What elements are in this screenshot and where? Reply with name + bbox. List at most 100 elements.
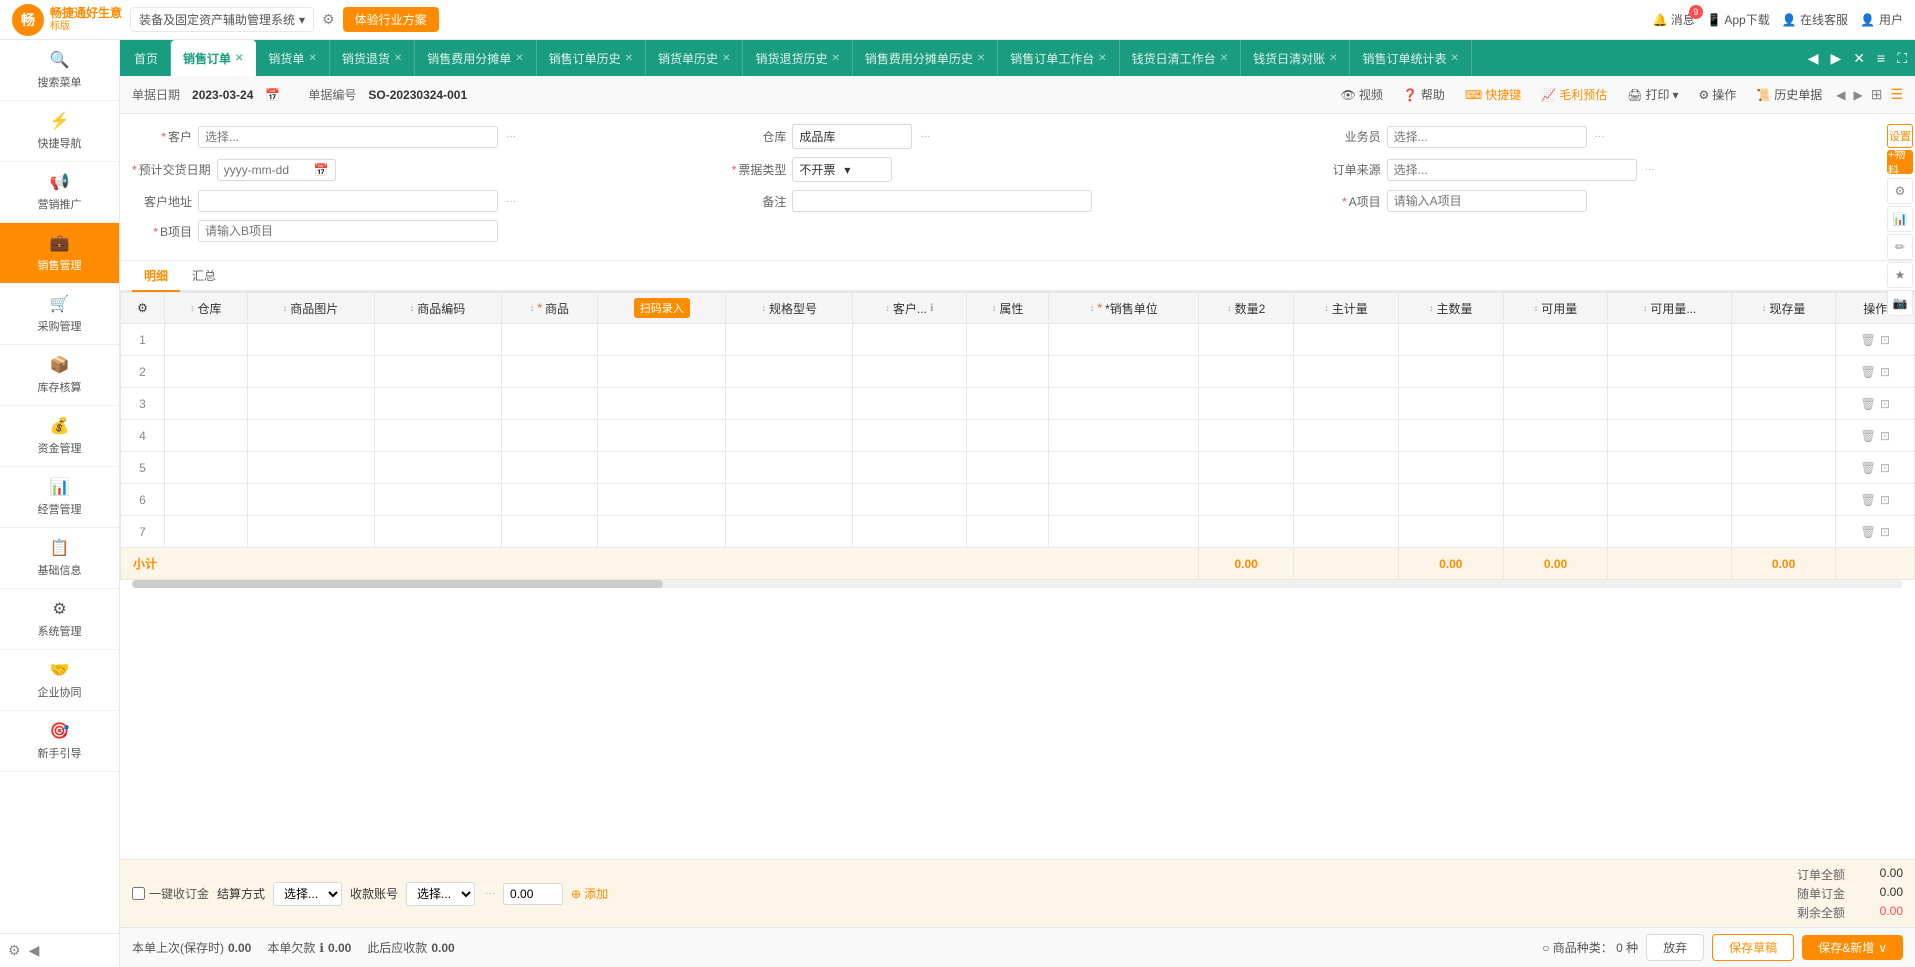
cell-scan-6[interactable] <box>598 516 726 548</box>
cell-qty2-3[interactable] <box>1199 420 1294 452</box>
tab-close-3[interactable]: ✕ <box>394 53 402 64</box>
tab-11[interactable]: 钱货日清对账✕ <box>1241 40 1350 76</box>
tab-close-8[interactable]: ✕ <box>977 53 985 64</box>
tab-10[interactable]: 钱货日清工作台✕ <box>1120 40 1241 76</box>
cell-qty2-6[interactable] <box>1199 516 1294 548</box>
cell-available-4[interactable] <box>1503 452 1608 484</box>
sidebar-item-8[interactable]: 📋基础信息 <box>0 528 119 589</box>
cell-attr-4[interactable] <box>966 452 1049 484</box>
cell-product-0[interactable] <box>501 324 598 356</box>
row-delete-4[interactable]: 🗑 <box>1861 461 1876 475</box>
calendar-icon[interactable]: 📅 <box>265 88 280 102</box>
cell-code-2[interactable] <box>374 388 501 420</box>
cell-scan-0[interactable] <box>598 324 726 356</box>
cell-customer-code-2[interactable] <box>853 388 967 420</box>
cell-main-unit-1[interactable] <box>1294 356 1399 388</box>
cell-image-3[interactable] <box>247 420 374 452</box>
staff-more-icon[interactable]: ··· <box>1595 131 1605 142</box>
sidebar-item-7[interactable]: 📊经营管理 <box>0 467 119 528</box>
row-delete-1[interactable]: 🗑 <box>1861 365 1876 379</box>
save-draft-btn[interactable]: 保存草稿 <box>1712 934 1794 961</box>
notification-area[interactable]: 🔔 消息 9 <box>1652 11 1694 28</box>
cell-qty2-0[interactable] <box>1199 324 1294 356</box>
warehouse-select[interactable]: 成品库 <box>792 124 912 149</box>
cell-warehouse-0[interactable] <box>165 324 248 356</box>
cell-product-5[interactable] <box>501 484 598 516</box>
warehouse-more-icon[interactable]: ··· <box>920 131 930 142</box>
cell-available-2[interactable] <box>1503 388 1608 420</box>
amount-input[interactable] <box>503 883 563 905</box>
cell-main-qty-0[interactable] <box>1398 324 1503 356</box>
cell-unit-5[interactable] <box>1049 484 1199 516</box>
cell-spec-5[interactable] <box>726 484 853 516</box>
project-b-input[interactable] <box>198 220 498 242</box>
sidebar-settings-icon[interactable]: ⚙ <box>8 942 21 959</box>
cell-available2-3[interactable] <box>1608 420 1731 452</box>
order-source-input[interactable] <box>1387 159 1637 181</box>
cell-spec-0[interactable] <box>726 324 853 356</box>
receipt-select[interactable]: 选择... <box>406 882 475 906</box>
help-btn[interactable]: ❓ 帮助 <box>1397 84 1451 105</box>
history-btn[interactable]: 📜 历史单据 <box>1750 84 1828 105</box>
tab-max-btn[interactable]: ⛶ <box>1891 50 1913 67</box>
settings-icon[interactable]: ⚙ <box>322 11 335 28</box>
tab-close-10[interactable]: ✕ <box>1220 53 1228 64</box>
cell-available2-4[interactable] <box>1608 452 1731 484</box>
tab-close-4[interactable]: ✕ <box>515 53 523 64</box>
cell-scan-4[interactable] <box>598 452 726 484</box>
rsp-icon-1[interactable]: ⚙ <box>1887 178 1913 204</box>
sidebar-item-2[interactable]: 📢营销推广 <box>0 162 119 223</box>
delivery-date-input[interactable]: 📅 <box>217 159 336 181</box>
cell-current-6[interactable] <box>1731 516 1836 548</box>
industry-btn[interactable]: 体验行业方案 <box>343 7 439 32</box>
discard-btn[interactable]: 放弃 <box>1646 934 1704 961</box>
cell-available-6[interactable] <box>1503 516 1608 548</box>
cell-scan-2[interactable] <box>598 388 726 420</box>
cell-actions-1[interactable]: 🗑 ⊡ <box>1836 356 1915 388</box>
cell-image-1[interactable] <box>247 356 374 388</box>
memo-input[interactable] <box>792 190 1092 212</box>
tab-8[interactable]: 销售费用分摊单历史✕ <box>853 40 998 76</box>
tab-0[interactable]: 首页 <box>122 40 171 76</box>
cell-customer-code-1[interactable] <box>853 356 967 388</box>
th-attr[interactable]: ↕属性 <box>966 293 1049 324</box>
cell-spec-1[interactable] <box>726 356 853 388</box>
operation-btn[interactable]: ⚙ 操作 <box>1692 84 1742 105</box>
order-source-more-icon[interactable]: ··· <box>1645 164 1655 175</box>
cell-image-2[interactable] <box>247 388 374 420</box>
list-view-icon[interactable]: ☰ <box>1890 86 1903 103</box>
nav-prev-icon[interactable]: ◀ <box>1836 88 1845 102</box>
add-btn[interactable]: ⊕ 添加 <box>571 885 608 902</box>
scan-btn[interactable]: 扫码录入 <box>634 298 690 318</box>
save-new-btn[interactable]: 保存&新增 ∨ <box>1802 935 1903 960</box>
cell-main-qty-2[interactable] <box>1398 388 1503 420</box>
th-available[interactable]: ↕可用量 <box>1503 293 1608 324</box>
row-copy-5[interactable]: ⊡ <box>1880 493 1890 507</box>
cell-warehouse-1[interactable] <box>165 356 248 388</box>
cell-scan-3[interactable] <box>598 420 726 452</box>
cell-code-4[interactable] <box>374 452 501 484</box>
cell-current-0[interactable] <box>1731 324 1836 356</box>
row-delete-5[interactable]: 🗑 <box>1861 493 1876 507</box>
cell-customer-code-4[interactable] <box>853 452 967 484</box>
th-warehouse[interactable]: ↕仓库 <box>165 293 248 324</box>
cell-image-6[interactable] <box>247 516 374 548</box>
tab-5[interactable]: 销售订单历史✕ <box>537 40 646 76</box>
cell-code-1[interactable] <box>374 356 501 388</box>
cell-current-5[interactable] <box>1731 484 1836 516</box>
cell-available2-5[interactable] <box>1608 484 1731 516</box>
cell-main-unit-2[interactable] <box>1294 388 1399 420</box>
profit-btn[interactable]: 📈 毛利预估 <box>1535 84 1613 105</box>
grid-container[interactable]: ⚙ ↕仓库 ↕商品图片 ↕商品编码 ↕*商品 扫码录入 ↕规格型号 ↕客户...… <box>120 292 1915 859</box>
cell-available2-0[interactable] <box>1608 324 1731 356</box>
app-download-btn[interactable]: 📱 App下载 <box>1707 11 1770 28</box>
cell-unit-0[interactable] <box>1049 324 1199 356</box>
cell-unit-1[interactable] <box>1049 356 1199 388</box>
cell-available-1[interactable] <box>1503 356 1608 388</box>
row-copy-3[interactable]: ⊡ <box>1880 429 1890 443</box>
receipt-more-icon[interactable]: ··· <box>485 888 495 899</box>
cell-current-3[interactable] <box>1731 420 1836 452</box>
checkout-checkbox[interactable] <box>132 887 145 900</box>
cell-available2-1[interactable] <box>1608 356 1731 388</box>
tab-7[interactable]: 销货退货历史✕ <box>743 40 852 76</box>
